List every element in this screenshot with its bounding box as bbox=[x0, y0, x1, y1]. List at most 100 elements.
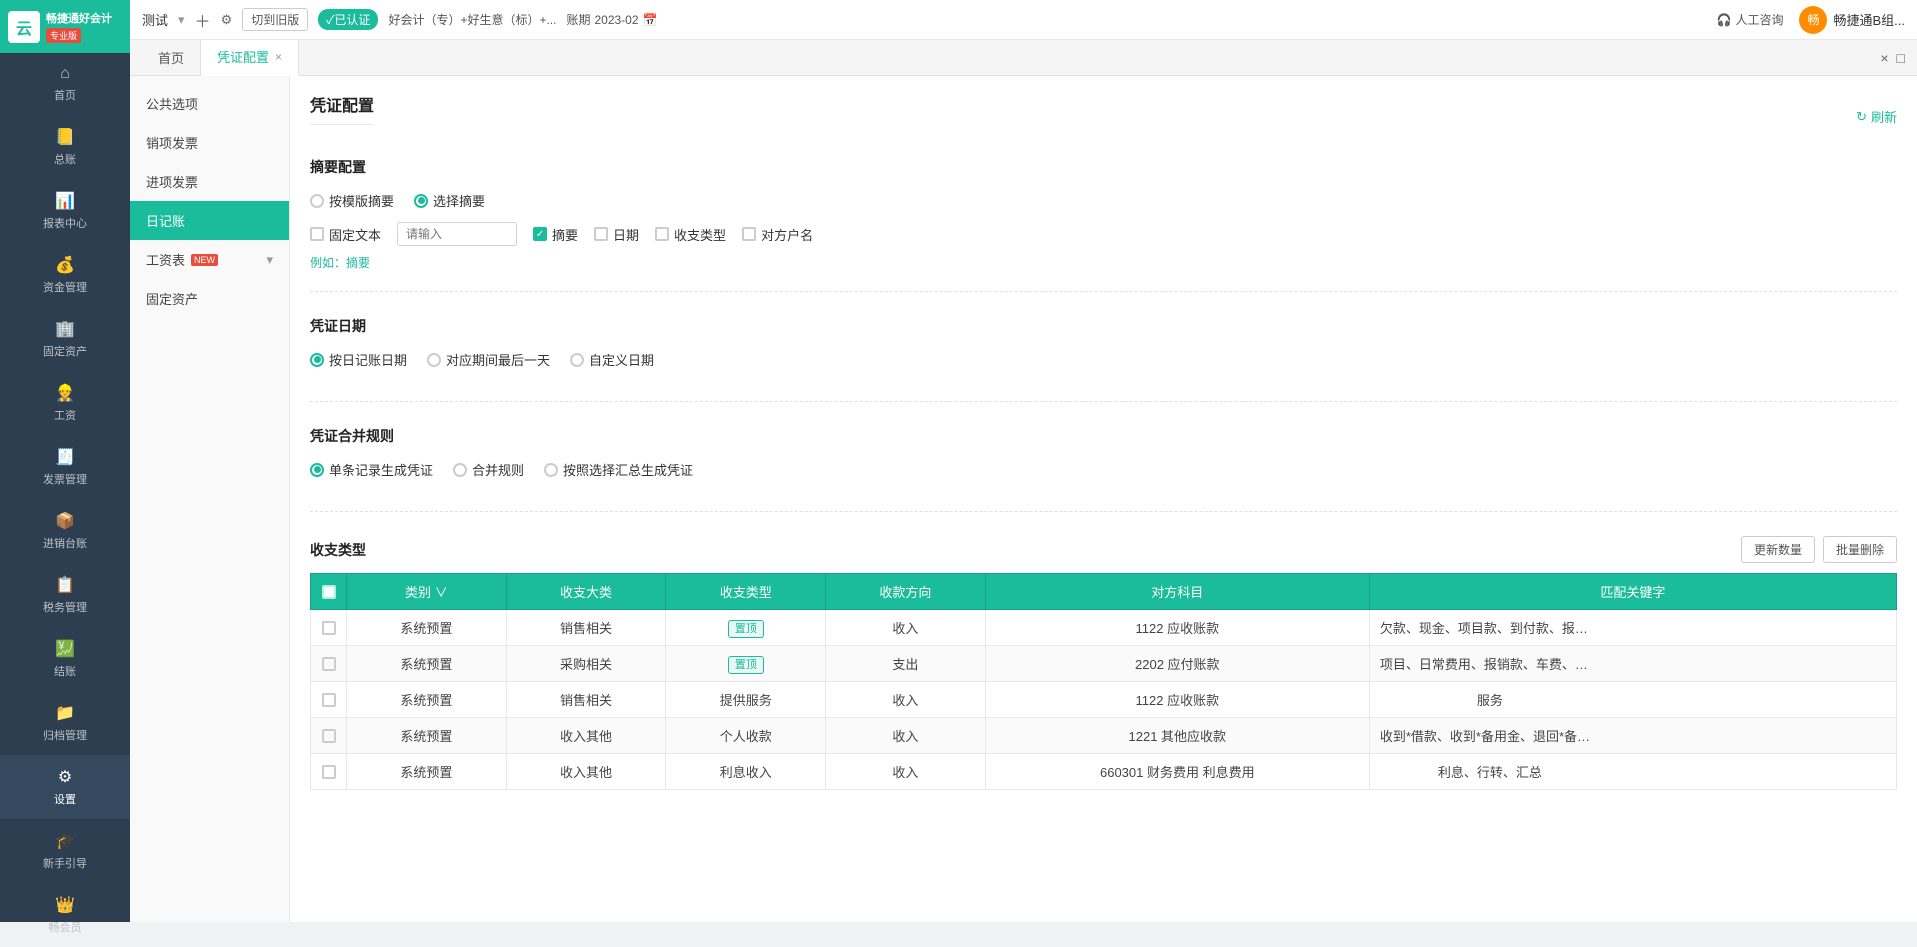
refresh-button[interactable]: ↻ 刷新 bbox=[1856, 107, 1897, 126]
sidebar-icon-0: ⌂ bbox=[60, 65, 70, 83]
sidebar-label-5: 工资 bbox=[54, 407, 76, 423]
checkbox-counterparty[interactable]: 对方户名 bbox=[742, 225, 813, 244]
radio-period-last-day[interactable]: 对应期间最后一天 bbox=[427, 350, 550, 369]
sidebar-item-进销台账[interactable]: 📦进销台账 bbox=[0, 499, 130, 563]
old-version-button[interactable]: 切到旧版 bbox=[242, 8, 308, 31]
left-nav-item-4[interactable]: 工资表NEW▾ bbox=[130, 240, 289, 279]
row-checkbox-3[interactable] bbox=[322, 729, 336, 743]
sidebar-item-结账[interactable]: 💹结账 bbox=[0, 627, 130, 691]
radio-journal-date[interactable]: 按日记账日期 bbox=[310, 350, 407, 369]
logo-icon: 云 bbox=[8, 11, 40, 43]
radio-single-record[interactable]: 单条记录生成凭证 bbox=[310, 460, 433, 479]
income-type-table: 类别 ∨ 收支大类 收支类型 收款方向 对方科目 匹配关键字 系统预置 销售相关… bbox=[310, 573, 1897, 790]
summary-section: 摘要配置 按模版摘要 选择摘要 固定文本 bbox=[310, 157, 1897, 292]
table-head: 类别 ∨ 收支大类 收支类型 收款方向 对方科目 匹配关键字 bbox=[311, 574, 1897, 610]
row-checkbox-2[interactable] bbox=[322, 693, 336, 707]
help-button[interactable]: 🎧 人工咨询 bbox=[1717, 11, 1784, 28]
sidebar-item-发票管理[interactable]: 🧾发票管理 bbox=[0, 435, 130, 499]
row-checkbox-4[interactable] bbox=[322, 765, 336, 779]
window-max-button[interactable]: □ bbox=[1897, 50, 1905, 66]
radio-summary-voucher[interactable]: 按照选择汇总生成凭证 bbox=[544, 460, 693, 479]
refresh-label: 刷新 bbox=[1871, 107, 1897, 126]
left-nav-item-0[interactable]: 公共选项 bbox=[130, 84, 289, 123]
window-close-button[interactable]: × bbox=[1880, 50, 1888, 66]
select-all-checkbox[interactable] bbox=[322, 585, 336, 599]
radio-single-circle bbox=[310, 463, 324, 477]
tab-bar: 首页 凭证配置 × × □ bbox=[130, 40, 1917, 76]
keywords-text-2: 服务 bbox=[1380, 690, 1600, 709]
sidebar-icon-9: 💹 bbox=[55, 639, 75, 659]
app-logo: 云 畅捷通好会计 专业版 bbox=[0, 0, 130, 53]
sidebar-item-报表中心[interactable]: 📊报表中心 bbox=[0, 179, 130, 243]
summary-checkbox-row: 固定文本 ✓ 摘要 日期 收支类型 bbox=[310, 222, 1897, 246]
td-major-type-4: 收入其他 bbox=[506, 754, 666, 790]
radio-select-label: 选择摘要 bbox=[433, 191, 485, 210]
checkbox-income-type[interactable]: 收支类型 bbox=[655, 225, 726, 244]
radio-period-label: 对应期间最后一天 bbox=[446, 350, 550, 369]
sidebar-item-固定资产[interactable]: 🏢固定资产 bbox=[0, 307, 130, 371]
sidebar-item-总账[interactable]: 📒总账 bbox=[0, 115, 130, 179]
sidebar-item-设置[interactable]: ⚙设置 bbox=[0, 755, 130, 819]
sidebar-item-首页[interactable]: ⌂首页 bbox=[0, 53, 130, 115]
checkbox-summary[interactable]: ✓ 摘要 bbox=[533, 225, 578, 244]
tab-home[interactable]: 首页 bbox=[142, 40, 201, 76]
sidebar-item-税务管理[interactable]: 📋税务管理 bbox=[0, 563, 130, 627]
row-checkbox-0[interactable] bbox=[322, 621, 336, 635]
certified-badge: ✓已认证 bbox=[318, 9, 378, 30]
td-keywords-1: 项目、日常费用、报销款、车费、承兑汇票、付款 bbox=[1369, 646, 1896, 682]
td-subject-0: 1122 应收账款 bbox=[985, 610, 1369, 646]
radio-select-circle bbox=[414, 194, 428, 208]
top-tag-1[interactable]: 置顶 bbox=[728, 656, 764, 674]
sidebar-item-资金管理[interactable]: 💰资金管理 bbox=[0, 243, 130, 307]
left-nav-label-0: 公共选项 bbox=[146, 94, 198, 113]
tab-window-controls: × □ bbox=[1880, 50, 1905, 66]
user-menu[interactable]: 畅 畅捷通B组... bbox=[1799, 6, 1905, 34]
calendar-icon[interactable]: 📅 bbox=[643, 13, 658, 27]
example-preview: 例如：摘要 bbox=[310, 254, 1897, 271]
left-nav-item-3[interactable]: 日记账 bbox=[130, 201, 289, 240]
checkbox-fixed-label: 固定文本 bbox=[329, 225, 381, 244]
sidebar-label-10: 归档管理 bbox=[43, 727, 87, 743]
sidebar-item-畅会员[interactable]: 👑畅会员 bbox=[0, 883, 130, 947]
left-nav-item-5[interactable]: 固定资产 bbox=[130, 279, 289, 318]
radio-template-circle bbox=[310, 194, 324, 208]
left-nav-label-2: 进项发票 bbox=[146, 172, 198, 191]
tab-close-button[interactable]: × bbox=[275, 50, 282, 64]
sidebar-icon-3: 💰 bbox=[55, 255, 75, 275]
fixed-text-input[interactable] bbox=[397, 222, 517, 246]
sidebar-icon-12: 🎓 bbox=[55, 831, 75, 851]
sidebar-icon-10: 📁 bbox=[55, 703, 75, 723]
checkbox-fixed-text[interactable]: 固定文本 bbox=[310, 225, 381, 244]
radio-select-summary[interactable]: 选择摘要 bbox=[414, 191, 485, 210]
summary-section-title: 摘要配置 bbox=[310, 157, 1897, 177]
topbar-dropdown-icon[interactable]: ▾ bbox=[178, 12, 185, 28]
refresh-icon: ↻ bbox=[1856, 109, 1867, 125]
update-count-button[interactable]: 更新数量 bbox=[1741, 536, 1815, 563]
top-tag-0[interactable]: 置顶 bbox=[728, 620, 764, 638]
sidebar-item-归档管理[interactable]: 📁 归档管理 bbox=[0, 691, 130, 755]
sidebar-label-4: 固定资产 bbox=[43, 343, 87, 359]
topbar-settings-icon[interactable]: ⚙ bbox=[221, 12, 233, 28]
table-row: 系统预置 销售相关 提供服务 收入 1122 应收账款 服务 bbox=[311, 682, 1897, 718]
radio-template-summary[interactable]: 按模版摘要 bbox=[310, 191, 394, 210]
left-nav-item-1[interactable]: 销项发票 bbox=[130, 123, 289, 162]
sidebar-label-11: 设置 bbox=[54, 791, 76, 807]
left-nav-item-2[interactable]: 进项发票 bbox=[130, 162, 289, 201]
sidebar-item-工资[interactable]: 👷工资 bbox=[0, 371, 130, 435]
td-subject-4: 660301 财务费用 利息费用 bbox=[985, 754, 1369, 790]
td-direction-2: 收入 bbox=[826, 682, 986, 718]
row-checkbox-1[interactable] bbox=[322, 657, 336, 671]
radio-merge-rule[interactable]: 合并规则 bbox=[453, 460, 524, 479]
td-type-2: 提供服务 bbox=[666, 682, 826, 718]
income-table-body: 系统预置 销售相关 置顶 收入 1122 应收账款 欠款、现金、项目款、到付款、… bbox=[311, 610, 1897, 790]
topbar-add-button[interactable]: ＋ bbox=[195, 8, 211, 32]
td-major-type-1: 采购相关 bbox=[506, 646, 666, 682]
period-value: 2023-02 bbox=[594, 13, 638, 27]
batch-delete-button[interactable]: 批量删除 bbox=[1823, 536, 1897, 563]
radio-custom-date[interactable]: 自定义日期 bbox=[570, 350, 654, 369]
checkbox-date[interactable]: 日期 bbox=[594, 225, 639, 244]
tab-voucher-config[interactable]: 凭证配置 × bbox=[201, 40, 299, 76]
td-keywords-3: 收到*借款、收到*备用金、退回*备用金、个人 bbox=[1369, 718, 1896, 754]
th-category: 类别 ∨ bbox=[347, 574, 507, 610]
sidebar-item-新手引导[interactable]: 🎓新手引导 bbox=[0, 819, 130, 883]
